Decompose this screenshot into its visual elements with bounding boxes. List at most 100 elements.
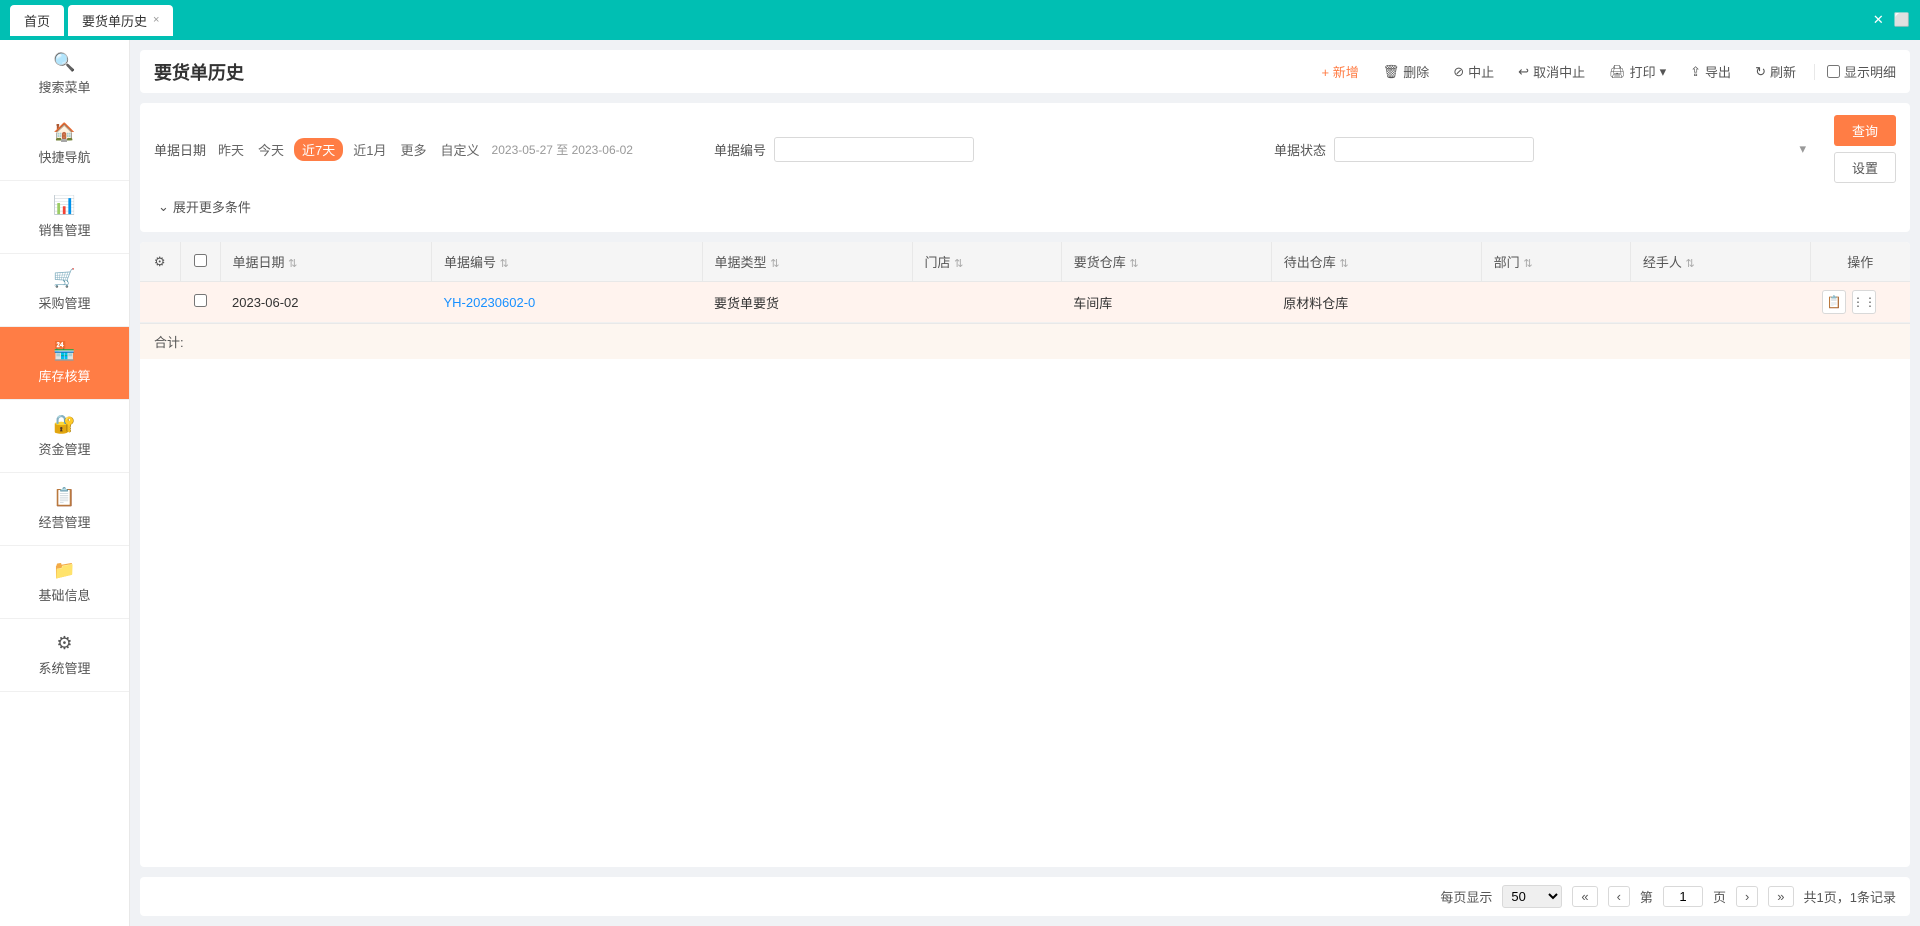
prev-page-button[interactable]: ‹: [1608, 886, 1630, 907]
page-title-bar: 要货单历史 + 新增 🗑 删除 ⊘ 中止 ↩ 取消中止 🖨: [140, 50, 1910, 93]
tab-home[interactable]: 首页: [10, 5, 64, 36]
sidebar-item-purchase[interactable]: 🛒 采购管理: [0, 254, 129, 327]
sidebar-item-system-label: 系统管理: [38, 658, 90, 677]
sort-handler-icon[interactable]: ⇅: [1686, 258, 1695, 270]
page-input[interactable]: [1663, 886, 1703, 907]
quick-nav-icon: 🏠: [53, 122, 75, 143]
print-button[interactable]: 🖨 打印 ▾: [1603, 58, 1672, 85]
col-department-label: 部门: [1494, 255, 1520, 270]
export-icon: ⇪: [1690, 64, 1701, 80]
new-button[interactable]: + 新增: [1315, 58, 1364, 85]
col-store-label: 门店: [925, 255, 951, 270]
window-max-icon[interactable]: ⬜: [1894, 12, 1910, 28]
export-button[interactable]: ⇪ 导出: [1684, 58, 1737, 85]
sidebar-search[interactable]: 🔍 搜索菜单: [0, 40, 129, 108]
top-bar-right: ✕ ⬜: [1873, 12, 1910, 28]
sidebar-item-sales[interactable]: 📊 销售管理: [0, 181, 129, 254]
finance-icon: 🔐: [53, 414, 75, 435]
first-page-button[interactable]: «: [1572, 886, 1597, 907]
data-table: ⚙ 单据日期 ⇅ 单据编号 ⇅: [140, 242, 1910, 323]
row-pending-warehouse: 原材料仓库: [1271, 282, 1481, 323]
order-no-input[interactable]: [774, 137, 974, 162]
print-btn-label: 打印: [1630, 62, 1656, 81]
page-label: 第: [1640, 887, 1653, 906]
display-detail-toggle[interactable]: 显示明细: [1827, 62, 1896, 81]
display-detail-label: 显示明细: [1844, 62, 1896, 81]
row-order-no: YH-20230602-0: [431, 282, 702, 323]
print-icon: 🖨: [1609, 64, 1626, 80]
col-check: [180, 242, 220, 282]
shortcut-more[interactable]: 更多: [397, 138, 431, 161]
tab-close-icon[interactable]: ×: [153, 14, 159, 26]
select-all-checkbox[interactable]: [194, 254, 207, 267]
row-check: [180, 282, 220, 323]
delete-icon: 🗑: [1383, 64, 1400, 80]
table-body: 2023-06-02 YH-20230602-0 要货单要货 车间库: [140, 282, 1910, 323]
row-date-value: 2023-06-02: [232, 295, 299, 310]
next-page-button[interactable]: ›: [1736, 886, 1758, 907]
shortcut-custom[interactable]: 自定义: [437, 138, 484, 161]
shortcut-last7days[interactable]: 近7天: [294, 138, 343, 161]
basic-info-icon: 📁: [53, 560, 75, 581]
sort-order-no-icon[interactable]: ⇅: [500, 258, 509, 270]
sort-order-type-icon[interactable]: ⇅: [770, 258, 779, 270]
sidebar-item-operations-label: 经营管理: [38, 512, 90, 531]
settings-icon-btn[interactable]: ⚙: [154, 254, 166, 269]
sort-pending-warehouse-icon[interactable]: ⇅: [1339, 258, 1348, 270]
col-date: 单据日期 ⇅: [220, 242, 431, 282]
page-unit: 页: [1713, 887, 1726, 906]
sidebar-item-basic-info[interactable]: 📁 基础信息: [0, 546, 129, 619]
row-checkbox[interactable]: [194, 294, 207, 307]
stop-button[interactable]: ⊘ 中止: [1447, 58, 1500, 85]
col-order-no: 单据编号 ⇅: [431, 242, 702, 282]
tab-purchase-history[interactable]: 要货单历史 ×: [68, 5, 173, 36]
cancel-stop-btn-label: 取消中止: [1533, 62, 1585, 81]
content-area: 要货单历史 + 新增 🗑 删除 ⊘ 中止 ↩ 取消中止 🖨: [130, 40, 1920, 926]
window-close-icon[interactable]: ✕: [1873, 12, 1884, 28]
sidebar-item-quick-nav[interactable]: 🏠 快捷导航: [0, 108, 129, 181]
sidebar-item-inventory-label: 库存核算: [38, 366, 90, 385]
sort-date-icon[interactable]: ⇅: [288, 258, 297, 270]
shortcut-today[interactable]: 今天: [254, 138, 288, 161]
col-order-no-label: 单据编号: [444, 255, 496, 270]
sort-req-warehouse-icon[interactable]: ⇅: [1129, 258, 1138, 270]
table-header: ⚙ 单据日期 ⇅ 单据编号 ⇅: [140, 242, 1910, 282]
sort-store-icon[interactable]: ⇅: [954, 258, 963, 270]
sort-department-icon[interactable]: ⇅: [1523, 258, 1532, 270]
expand-more-label: 展开更多条件: [173, 197, 251, 216]
row-settings: [140, 282, 180, 323]
per-page-select[interactable]: 50 100 200: [1502, 885, 1562, 908]
query-button[interactable]: 查询: [1834, 115, 1896, 146]
total-label: 合计:: [154, 332, 184, 351]
sidebar-item-basic-info-label: 基础信息: [38, 585, 90, 604]
sidebar-item-system[interactable]: ⚙ 系统管理: [0, 619, 129, 692]
cancel-stop-icon: ↩: [1518, 64, 1529, 80]
date-shortcuts: 昨天 今天 近7天 近1月 更多 自定义: [214, 138, 484, 161]
row-more-button[interactable]: ⋮⋮: [1852, 290, 1876, 314]
top-bar: 首页 要货单历史 × ✕ ⬜: [0, 0, 1920, 40]
refresh-button[interactable]: ↻ 刷新: [1749, 58, 1802, 85]
shortcut-yesterday[interactable]: 昨天: [214, 138, 248, 161]
page-title: 要货单历史: [154, 59, 244, 85]
sidebar-item-inventory[interactable]: 🏪 库存核算: [0, 327, 129, 400]
col-handler-label: 经手人: [1643, 255, 1682, 270]
expand-more-btn[interactable]: ⌄ 展开更多条件: [154, 193, 255, 220]
col-pending-warehouse: 待出仓库 ⇅: [1271, 242, 1481, 282]
date-filter-group: 单据日期 昨天 今天 近7天 近1月 更多 自定义 2023-05-27 至 2…: [154, 138, 694, 161]
settings-button[interactable]: 设置: [1834, 152, 1896, 183]
display-detail-checkbox[interactable]: [1827, 65, 1840, 78]
filter-actions: 查询 设置: [1834, 115, 1896, 183]
col-settings[interactable]: ⚙: [140, 242, 180, 282]
row-edit-button[interactable]: 📋: [1822, 290, 1846, 314]
delete-button[interactable]: 🗑 删除: [1377, 58, 1436, 85]
last-page-button[interactable]: »: [1768, 886, 1793, 907]
row-req-warehouse: 车间库: [1061, 282, 1271, 323]
sidebar-item-purchase-label: 采购管理: [38, 293, 90, 312]
total-info: 共1页，1条记录: [1804, 887, 1896, 906]
row-order-no-link[interactable]: YH-20230602-0: [443, 295, 535, 310]
shortcut-last1month[interactable]: 近1月: [349, 138, 390, 161]
sidebar-item-operations[interactable]: 📋 经营管理: [0, 473, 129, 546]
status-select[interactable]: [1334, 137, 1534, 162]
cancel-stop-button[interactable]: ↩ 取消中止: [1512, 58, 1591, 85]
sidebar-item-finance[interactable]: 🔐 资金管理: [0, 400, 129, 473]
